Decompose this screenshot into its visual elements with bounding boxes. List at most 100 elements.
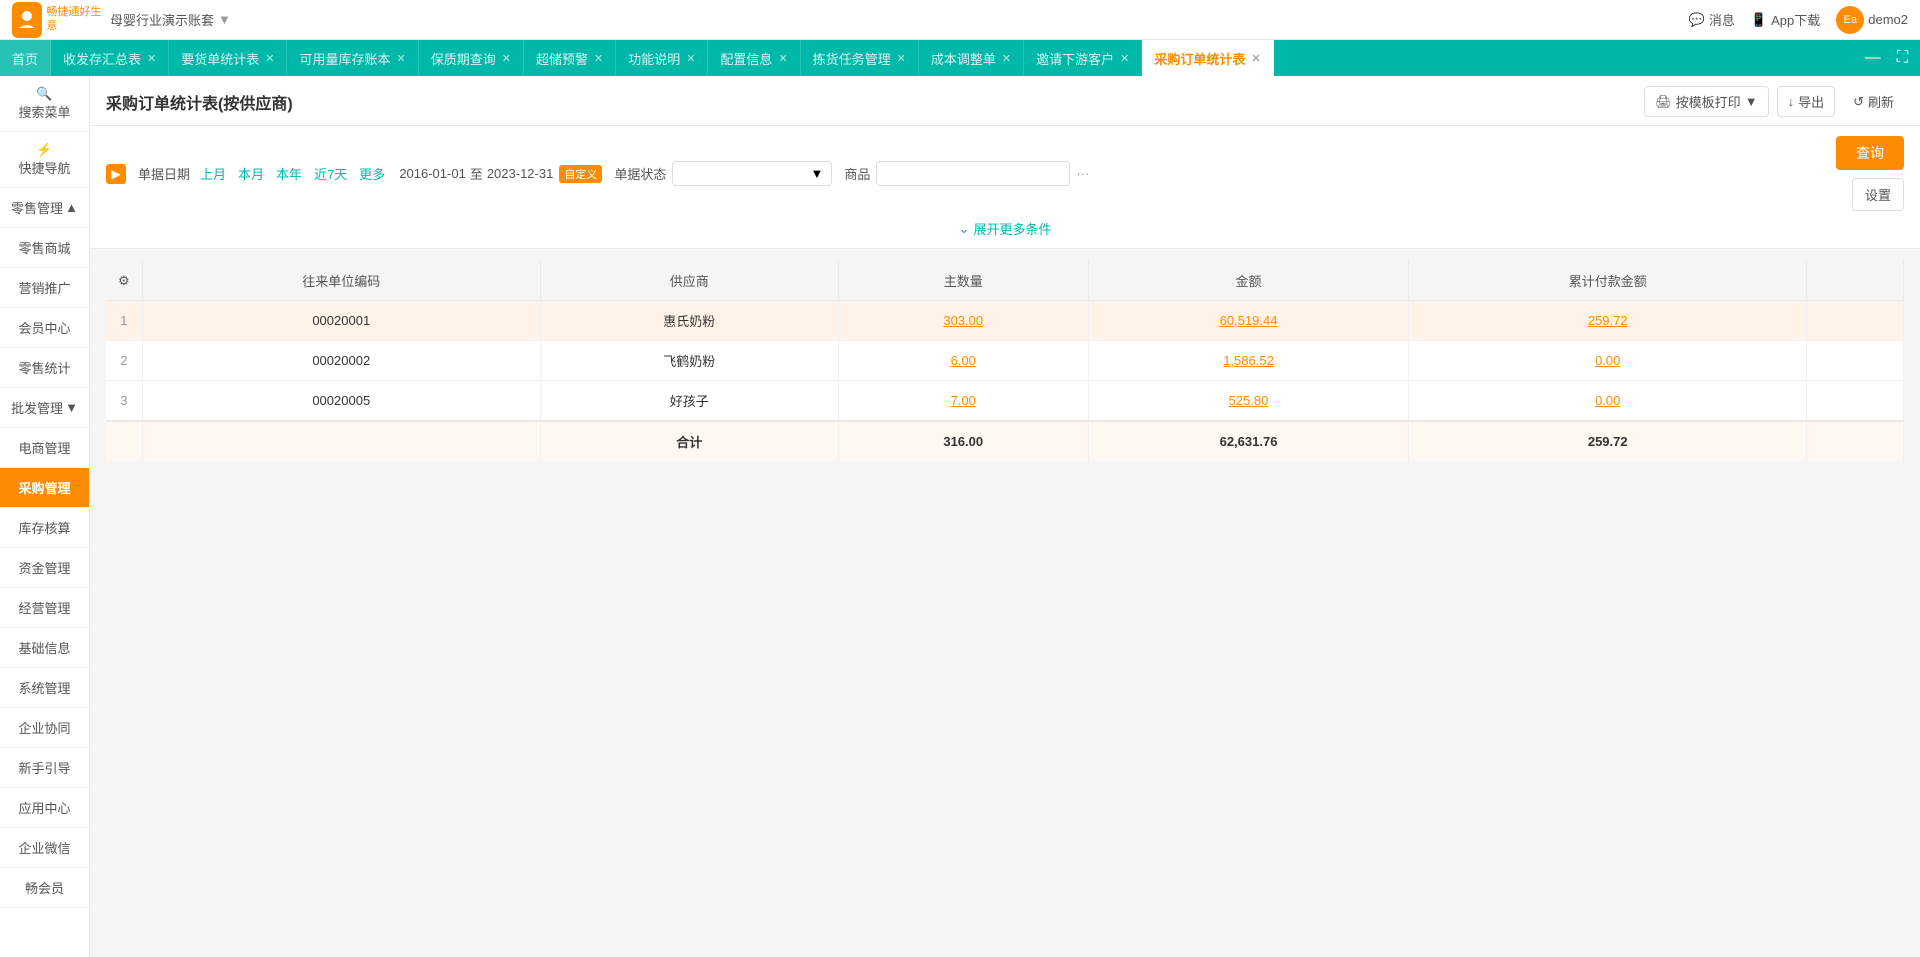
sidebar-item-collaboration[interactable]: 企业协同 — [0, 708, 89, 748]
cell-qty[interactable]: 6.00 — [838, 341, 1088, 381]
print-label: 按模板打印 — [1676, 92, 1741, 111]
sidebar-item-finance[interactable]: 资金管理 — [0, 548, 89, 588]
sidebar-item-newbie[interactable]: 新手引导 — [0, 748, 89, 788]
query-btn-group: 查询 设置 — [1836, 136, 1904, 211]
sidebar-label: 快捷导航 — [4, 158, 85, 177]
cell-paid[interactable]: 0.00 — [1409, 381, 1807, 422]
data-table: ⚙ 往来单位编码 供应商 主数量 金额 累计付款金额 1 00020001 惠氏… — [106, 261, 1904, 461]
tab-keyongliang[interactable]: 可用量库存账本 ✕ — [287, 40, 418, 76]
tab-baozhi[interactable]: 保质期查询 ✕ — [419, 40, 524, 76]
sidebar-item-ecommerce[interactable]: 电商管理 — [0, 428, 89, 468]
user-profile[interactable]: Ea demo2 — [1836, 6, 1908, 34]
close-icon[interactable]: ✕ — [1251, 52, 1260, 65]
tab-yaoqing[interactable]: 邀请下游客户 ✕ — [1024, 40, 1142, 76]
workspace-selector[interactable]: 母婴行业演示账套 ▼ — [110, 10, 1681, 29]
tab-shoufacun[interactable]: 收发存汇总表 ✕ — [51, 40, 169, 76]
sidebar-label: 应用中心 — [4, 798, 85, 817]
tab-label: 可用量库存账本 — [299, 49, 390, 68]
close-icon[interactable]: ✕ — [265, 52, 274, 65]
tab-caigou-active[interactable]: 采购订单统计表 ✕ — [1142, 40, 1273, 76]
cell-qty[interactable]: 7.00 — [838, 381, 1088, 422]
filter-bar: ▶ 单据日期 上月 本月 本年 近7天 更多 2016-01-01 至 2023… — [90, 126, 1920, 249]
sidebar-item-retail-stats[interactable]: 零售统计 — [0, 348, 89, 388]
app-download-button[interactable]: 📱 App下载 — [1751, 10, 1820, 29]
print-button[interactable]: 🖨 按模板打印 ▼ — [1644, 86, 1768, 117]
chevron-down-icon: ⌄ — [959, 221, 970, 237]
refresh-button[interactable]: ↺ 刷新 — [1843, 87, 1904, 116]
sidebar-item-purchase[interactable]: 采购管理 — [0, 468, 89, 508]
date-shortcut-more[interactable]: 更多 — [355, 162, 389, 185]
date-shortcut-this-month[interactable]: 本月 — [234, 162, 268, 185]
cell-paid[interactable]: 0.00 — [1409, 341, 1807, 381]
sidebar-item-changhui[interactable]: 畅会员 — [0, 868, 89, 908]
close-icon[interactable]: ✕ — [778, 52, 787, 65]
close-icon[interactable]: ✕ — [1002, 52, 1011, 65]
close-icon[interactable]: ✕ — [897, 52, 906, 65]
tab-jianhuo[interactable]: 拣货任务管理 ✕ — [801, 40, 919, 76]
close-icon[interactable]: ✕ — [686, 52, 695, 65]
status-filter-label: 单据状态 — [614, 164, 666, 183]
sidebar-item-app-center[interactable]: 应用中心 — [0, 788, 89, 828]
sidebar-item-retail-mall[interactable]: 零售商城 — [0, 228, 89, 268]
sidebar-label: 电商管理 — [4, 438, 85, 457]
sidebar-item-quicknav[interactable]: ⚡ 快捷导航 — [0, 132, 89, 188]
expand-more-button[interactable]: ⌄ 展开更多条件 — [959, 219, 1052, 238]
avatar: Ea — [1836, 6, 1864, 34]
cell-qty[interactable]: 303.00 — [838, 301, 1088, 341]
username: demo2 — [1868, 12, 1908, 27]
close-icon[interactable]: ✕ — [594, 52, 603, 65]
expand-arrow-icon[interactable]: ▶ — [106, 164, 126, 184]
cell-amount[interactable]: 1,586.52 — [1088, 341, 1408, 381]
cell-amount[interactable]: 60,519.44 — [1088, 301, 1408, 341]
tab-peizhi[interactable]: 配置信息 ✕ — [708, 40, 800, 76]
date-from: 2016-01-01 — [399, 166, 466, 181]
sidebar-label: 资金管理 — [4, 558, 85, 577]
tab-yaohuo[interactable]: 要货单统计表 ✕ — [169, 40, 287, 76]
sidebar-item-wechat[interactable]: 企业微信 — [0, 828, 89, 868]
sidebar-item-search[interactable]: 🔍 搜索菜单 — [0, 76, 89, 132]
cell-paid[interactable]: 259.72 — [1409, 301, 1807, 341]
goods-input[interactable] — [876, 161, 1070, 186]
window-maximize-icon[interactable]: ⛶ — [1893, 49, 1912, 67]
setting-button[interactable]: 设置 — [1852, 178, 1904, 211]
date-filter-label: 单据日期 — [138, 164, 190, 183]
sidebar-item-operations[interactable]: 经营管理 — [0, 588, 89, 628]
message-button[interactable]: 💬 消息 — [1689, 10, 1735, 29]
expand-label: 展开更多条件 — [973, 219, 1051, 238]
status-select[interactable]: ▼ — [672, 161, 832, 186]
query-button[interactable]: 查询 — [1836, 136, 1904, 170]
tab-chengben[interactable]: 成本调整单 ✕ — [919, 40, 1024, 76]
sidebar-item-basic-info[interactable]: 基础信息 — [0, 628, 89, 668]
arrow-icon: ▲ — [65, 200, 78, 215]
col-settings[interactable]: ⚙ — [106, 261, 142, 301]
tab-home[interactable]: 首页 — [0, 40, 51, 76]
close-icon[interactable]: ✕ — [502, 52, 511, 65]
app-label: App下载 — [1771, 10, 1820, 29]
sidebar-item-marketing[interactable]: 营销推广 — [0, 268, 89, 308]
export-button[interactable]: ↓ 导出 — [1777, 86, 1836, 117]
cell-amount[interactable]: 525.80 — [1088, 381, 1408, 422]
page-actions: 🖨 按模板打印 ▼ ↓ 导出 ↺ 刷新 — [1644, 86, 1904, 117]
tab-label: 收发存汇总表 — [63, 49, 141, 68]
sidebar-item-system[interactable]: 系统管理 — [0, 668, 89, 708]
date-shortcut-7days[interactable]: 近7天 — [310, 162, 351, 185]
close-icon[interactable]: ✕ — [1120, 52, 1129, 65]
date-shortcut-this-year[interactable]: 本年 — [272, 162, 306, 185]
close-icon[interactable]: ✕ — [147, 52, 156, 65]
cell-extra — [1807, 381, 1904, 422]
chevron-down-icon: ▼ — [810, 166, 823, 181]
date-range-display: 2016-01-01 至 2023-12-31 — [399, 164, 553, 183]
more-icon[interactable]: ··· — [1076, 166, 1089, 181]
date-shortcut-last-month[interactable]: 上月 — [196, 162, 230, 185]
sidebar-item-inventory[interactable]: 库存核算 — [0, 508, 89, 548]
sidebar-item-member[interactable]: 会员中心 — [0, 308, 89, 348]
sidebar-item-retail-mgmt[interactable]: 零售管理 ▲ — [0, 188, 89, 228]
tab-chaochuyujing[interactable]: 超储预警 ✕ — [524, 40, 616, 76]
window-minimize-icon[interactable]: — — [1861, 49, 1885, 67]
sidebar-item-wholesale[interactable]: 批发管理 ▼ — [0, 388, 89, 428]
close-icon[interactable]: ✕ — [397, 52, 406, 65]
page-header: 采购订单统计表(按供应商) 🖨 按模板打印 ▼ ↓ 导出 ↺ 刷新 — [90, 76, 1920, 126]
table-row: 1 00020001 惠氏奶粉 303.00 60,519.44 259.72 — [106, 301, 1904, 341]
tab-gongneng[interactable]: 功能说明 ✕ — [616, 40, 708, 76]
footer-amount: 62,631.76 — [1088, 421, 1408, 461]
